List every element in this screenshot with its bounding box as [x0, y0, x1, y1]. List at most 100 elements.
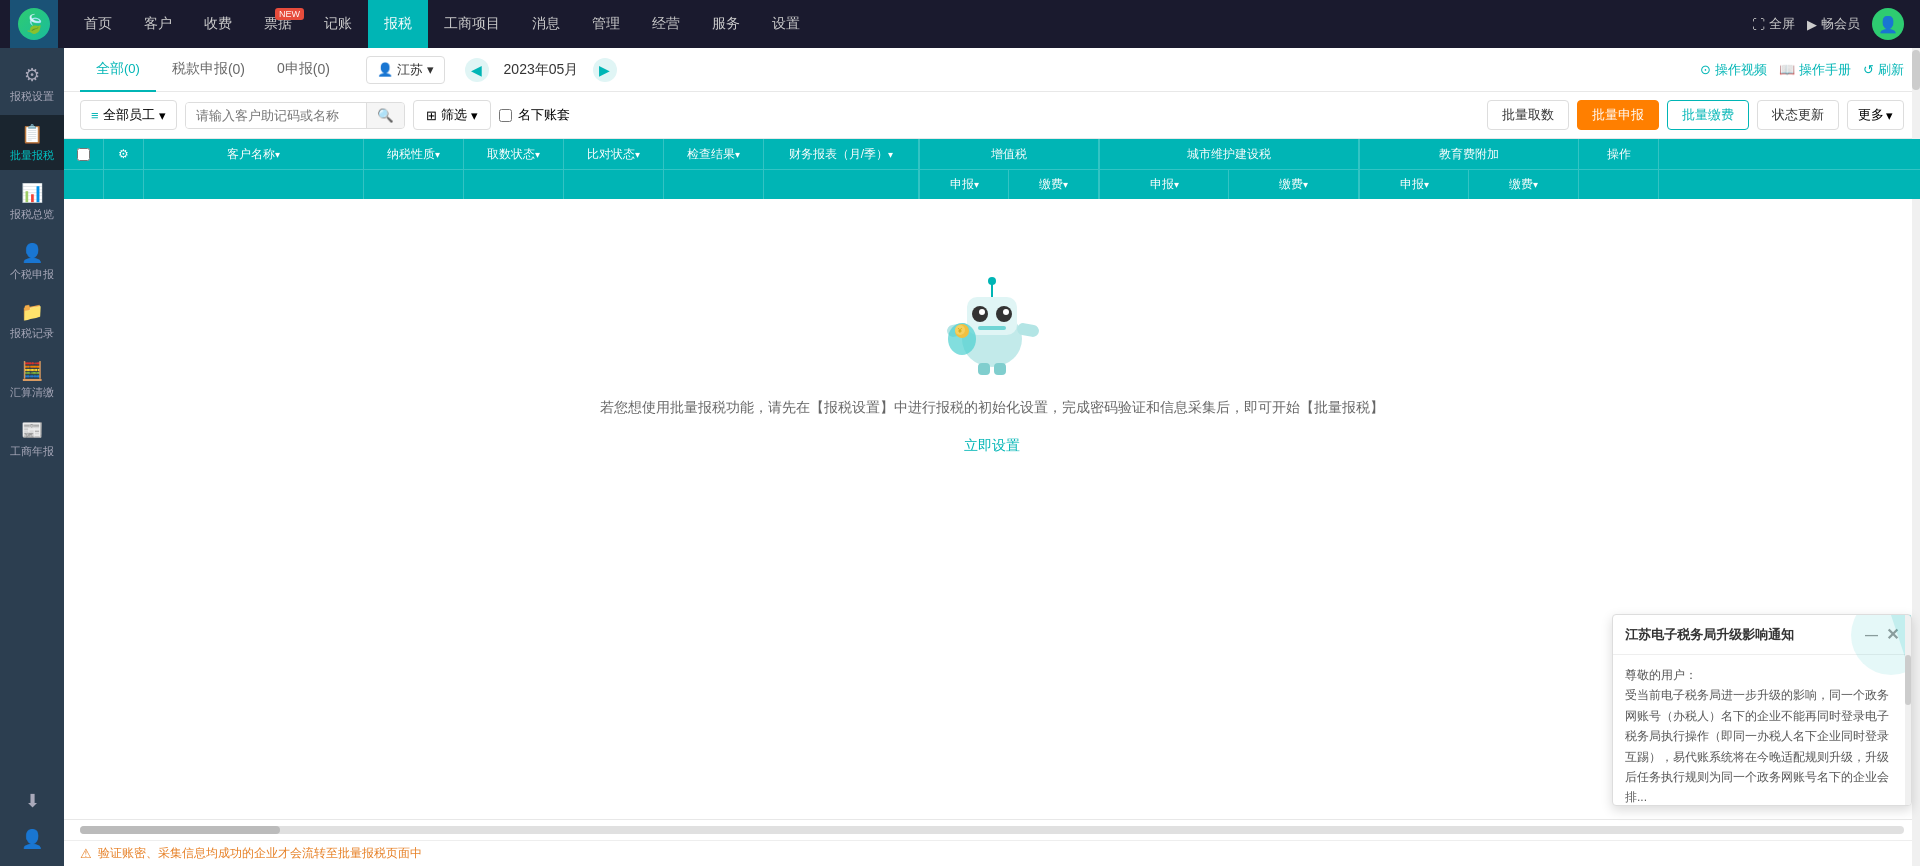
- logo-icon: 🍃: [18, 8, 50, 40]
- svg-rect-15: [978, 363, 990, 375]
- top-navigation: 🍃 首页 客户 收费 票据 NEW 记账 报税 工商项目 消息 管理 经营 服务…: [0, 0, 1920, 48]
- personal-tax-icon: 👤: [21, 242, 43, 264]
- vat-pay-filter-icon[interactable]: ▾: [1063, 179, 1068, 190]
- sidebar-item-tax-record[interactable]: 📁 报税记录: [0, 293, 64, 348]
- th-vat-group: 增值税: [919, 139, 1099, 169]
- status-update-button[interactable]: 状态更新: [1757, 100, 1839, 130]
- nav-bookkeeping[interactable]: 记账: [308, 0, 368, 48]
- bulk-fetch-button[interactable]: 批量取数: [1487, 100, 1569, 130]
- settings-icon: ⚙: [118, 147, 129, 161]
- video-icon: ⊙: [1700, 62, 1711, 77]
- th2-check: [664, 170, 764, 199]
- city-declare-filter-icon[interactable]: ▾: [1174, 179, 1179, 190]
- sidebar-item-profile[interactable]: 👤: [0, 820, 64, 858]
- nav-operation[interactable]: 经营: [636, 0, 696, 48]
- tax-nature-filter-icon[interactable]: ▾: [435, 149, 440, 160]
- fullscreen-button[interactable]: ⛶ 全屏: [1752, 15, 1795, 33]
- th2-vat-declare: 申报 ▾: [919, 170, 1009, 199]
- tab-all[interactable]: 全部(0): [80, 48, 156, 92]
- prev-month-button[interactable]: ◀: [465, 58, 489, 82]
- th-check-result: 检查结果 ▾: [664, 139, 764, 169]
- book-icon: 📖: [1779, 62, 1795, 77]
- nav-management[interactable]: 管理: [576, 0, 636, 48]
- notif-scroll-thumb: [1905, 655, 1911, 705]
- sidebar-item-tax-settings[interactable]: ⚙ 报税设置: [0, 56, 64, 111]
- sidebar-item-annual-settlement[interactable]: 🧮 汇算清缴: [0, 352, 64, 407]
- nav-customer[interactable]: 客户: [128, 0, 188, 48]
- filter-button[interactable]: ⊞ 筛选 ▾: [413, 100, 491, 130]
- check-filter-icon[interactable]: ▾: [735, 149, 740, 160]
- more-button[interactable]: 更多 ▾: [1847, 100, 1904, 130]
- th2-vat-pay: 缴费 ▾: [1009, 170, 1099, 199]
- sidebar-item-tax-overview[interactable]: 📊 报税总览: [0, 174, 64, 229]
- notif-minus-icon[interactable]: —: [1865, 627, 1878, 642]
- fetch-status-filter-icon[interactable]: ▾: [535, 149, 540, 160]
- setup-link[interactable]: 立即设置: [964, 437, 1020, 455]
- edu-declare-filter-icon[interactable]: ▾: [1424, 179, 1429, 190]
- month-nav: ◀ 2023年05月 ▶: [465, 58, 617, 82]
- warning-icon: ⚠: [80, 846, 92, 861]
- tax-record-icon: 📁: [21, 301, 43, 323]
- notif-title: 江苏电子税务局升级影响通知: [1625, 626, 1794, 644]
- city-pay-filter-icon[interactable]: ▾: [1303, 179, 1308, 190]
- bulk-declare-button[interactable]: 批量申报: [1577, 100, 1659, 130]
- select-all-checkbox[interactable]: [77, 148, 90, 161]
- search-button[interactable]: 🔍: [366, 103, 404, 128]
- refresh-button[interactable]: ↺ 刷新: [1863, 61, 1904, 79]
- account-checkbox-label[interactable]: 名下账套: [499, 106, 570, 124]
- svg-rect-16: [994, 363, 1006, 375]
- nav-tax[interactable]: 报税: [368, 0, 428, 48]
- nav-settings[interactable]: 设置: [756, 0, 816, 48]
- nav-billing[interactable]: 收费: [188, 0, 248, 48]
- robot-illustration: ¥: [932, 259, 1052, 379]
- customer-filter-icon[interactable]: ▾: [275, 149, 280, 160]
- notif-scrollbar[interactable]: [1905, 615, 1911, 805]
- th2-financial: [764, 170, 919, 199]
- tabs-right-actions: ⊙ 操作视频 📖 操作手册 ↺ 刷新: [1700, 61, 1904, 79]
- tab-tax-declaration[interactable]: 税款申报(0): [156, 48, 261, 92]
- compare-filter-icon[interactable]: ▾: [635, 149, 640, 160]
- edu-pay-filter-icon[interactable]: ▾: [1533, 179, 1538, 190]
- svg-text:¥: ¥: [958, 327, 962, 334]
- sidebar-item-personal-tax[interactable]: 👤 个税申报: [0, 234, 64, 289]
- financial-filter-icon[interactable]: ▾: [888, 149, 893, 160]
- employee-select[interactable]: ≡ 全部员工 ▾: [80, 100, 177, 130]
- avatar[interactable]: 👤: [1872, 8, 1904, 40]
- bottom-hint-text: 验证账密、采集信息均成功的企业才会流转至批量报税页面中: [98, 845, 422, 862]
- nav-invoice[interactable]: 票据 NEW: [248, 0, 308, 48]
- sidebar-item-bulk-tax[interactable]: 📋 批量报税: [0, 115, 64, 170]
- tab-zero-declaration[interactable]: 0申报(0): [261, 48, 346, 92]
- hint-bar: ⚠ 验证账密、采集信息均成功的企业才会流转至批量报税页面中: [64, 840, 1920, 866]
- bulk-pay-button[interactable]: 批量缴费: [1667, 100, 1749, 130]
- notif-close-button[interactable]: ✕: [1886, 625, 1899, 644]
- sidebar-bottom: ⬇ 👤: [0, 782, 64, 866]
- table-header: ⚙ 客户名称 ▾ 纳税性质 ▾ 取数状态 ▾ 比对状态: [64, 139, 1920, 199]
- province-selector[interactable]: 👤 江苏 ▾: [366, 56, 445, 84]
- bulk-tax-icon: 📋: [21, 123, 43, 145]
- more-chevron-icon: ▾: [1886, 108, 1893, 123]
- th2-settings: [104, 170, 144, 199]
- horizontal-scrollbar[interactable]: [80, 826, 1904, 834]
- vip-button[interactable]: ▶ 畅会员: [1807, 15, 1860, 33]
- search-input[interactable]: [186, 103, 366, 128]
- sidebar-item-annual-report[interactable]: 📰 工商年报: [0, 411, 64, 466]
- nav-message[interactable]: 消息: [516, 0, 576, 48]
- sidebar: ⚙ 报税设置 📋 批量报税 📊 报税总览 👤 个税申报 📁 报税记录 🧮 汇算清…: [0, 48, 64, 866]
- nav-home[interactable]: 首页: [68, 0, 128, 48]
- sidebar-item-download[interactable]: ⬇: [0, 782, 64, 820]
- vat-declare-filter-icon[interactable]: ▾: [974, 179, 979, 190]
- th2-city-pay: 缴费 ▾: [1229, 170, 1359, 199]
- search-input-wrap: 🔍: [185, 102, 405, 129]
- nav-business[interactable]: 工商项目: [428, 0, 516, 48]
- chevron-down-icon: ▾: [427, 62, 434, 77]
- operation-video-button[interactable]: ⊙ 操作视频: [1700, 61, 1767, 79]
- th2-checkbox: [64, 170, 104, 199]
- tabs-row: 全部(0) 税款申报(0) 0申报(0) 👤 江苏 ▾ ◀ 2023年05月 ▶: [64, 48, 1920, 92]
- account-checkbox[interactable]: [499, 109, 512, 122]
- next-month-button[interactable]: ▶: [593, 58, 617, 82]
- nav-service[interactable]: 服务: [696, 0, 756, 48]
- empty-state: ¥ 若您想使用批量报税功能，请先在【报税设置】中进行报税的初始化设置，完成密码验…: [64, 199, 1920, 515]
- th-edu-tax-group: 教育费附加: [1359, 139, 1579, 169]
- th2-compare: [564, 170, 664, 199]
- operation-manual-button[interactable]: 📖 操作手册: [1779, 61, 1851, 79]
